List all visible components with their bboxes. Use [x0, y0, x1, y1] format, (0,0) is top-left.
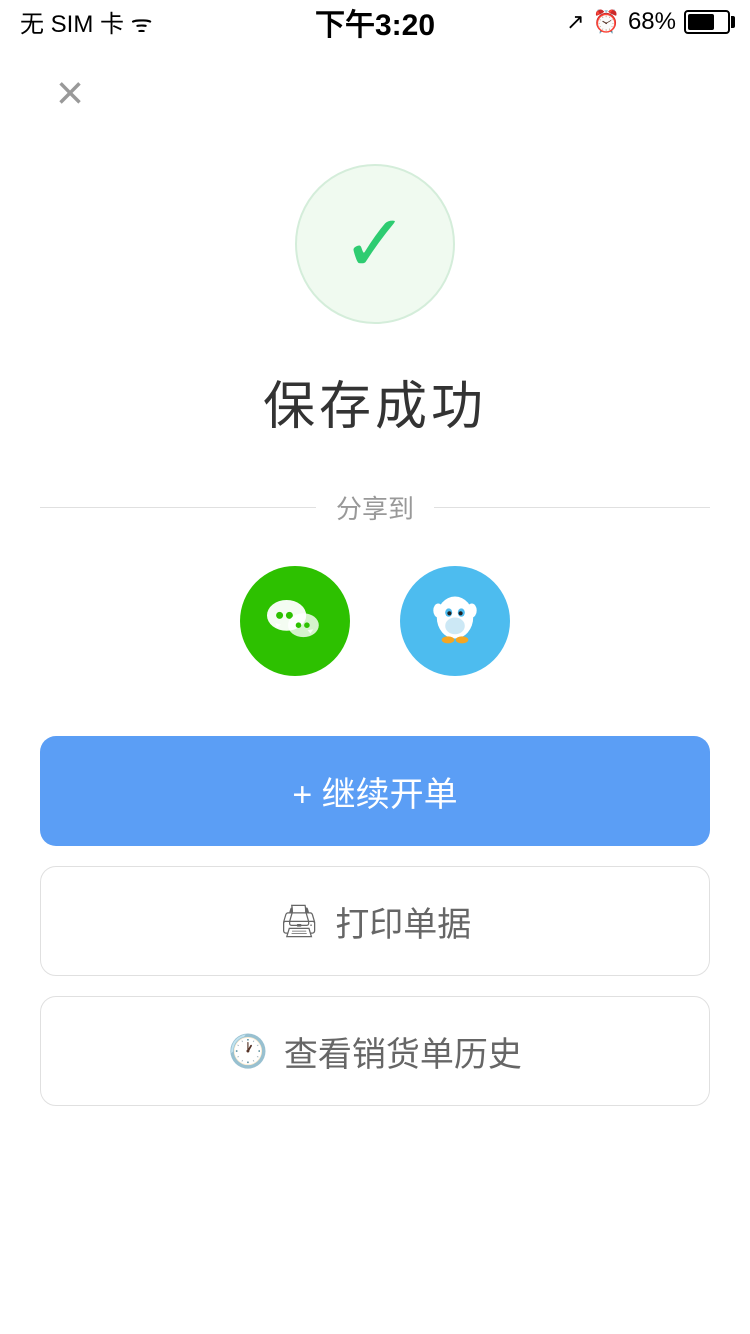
- action-buttons: + 继续开单 🖨 打印单据 🕐 查看销货单历史: [40, 736, 710, 1106]
- history-label: 查看销货单历史: [284, 1027, 522, 1076]
- wechat-icon: [260, 586, 330, 656]
- qq-icon: [420, 586, 490, 656]
- alarm-icon: ⏰: [593, 9, 620, 35]
- continue-button[interactable]: + 继续开单: [40, 736, 710, 846]
- wechat-share-button[interactable]: [240, 566, 350, 676]
- printer-icon: 🖨: [279, 902, 320, 940]
- battery-icon: [684, 10, 730, 34]
- close-icon: ×: [56, 70, 84, 118]
- history-button[interactable]: 🕐 查看销货单历史: [40, 996, 710, 1106]
- share-divider: 分享到: [40, 489, 710, 526]
- share-label: 分享到: [336, 489, 414, 526]
- success-title: 保存成功: [263, 364, 487, 439]
- checkmark-icon: ✓: [341, 204, 408, 284]
- print-button[interactable]: 🖨 打印单据: [40, 866, 710, 976]
- status-bar: 无 SIM 卡 ᯤ 下午3:20 ↗ ⏰ 68%: [0, 0, 750, 44]
- clock-icon: 🕐: [228, 1032, 268, 1070]
- status-right: ↗ ⏰ 68%: [566, 8, 730, 36]
- print-label: 打印单据: [335, 897, 471, 946]
- close-button[interactable]: ×: [40, 64, 100, 124]
- sim-status: 无 SIM 卡 ᯤ: [20, 4, 153, 40]
- battery-fill: [688, 14, 714, 30]
- divider-line-left: [40, 507, 316, 508]
- status-time: 下午3:20: [315, 0, 435, 44]
- continue-label: + 继续开单: [292, 767, 457, 816]
- success-circle: ✓: [295, 164, 455, 324]
- status-left: 无 SIM 卡 ᯤ: [20, 4, 153, 40]
- divider-line-right: [434, 507, 710, 508]
- location-icon: ↗: [566, 9, 584, 35]
- main-content: × ✓ 保存成功 分享到: [0, 44, 750, 1334]
- battery-text: 68%: [628, 8, 676, 36]
- qq-share-button[interactable]: [400, 566, 510, 676]
- share-icons: [240, 566, 510, 676]
